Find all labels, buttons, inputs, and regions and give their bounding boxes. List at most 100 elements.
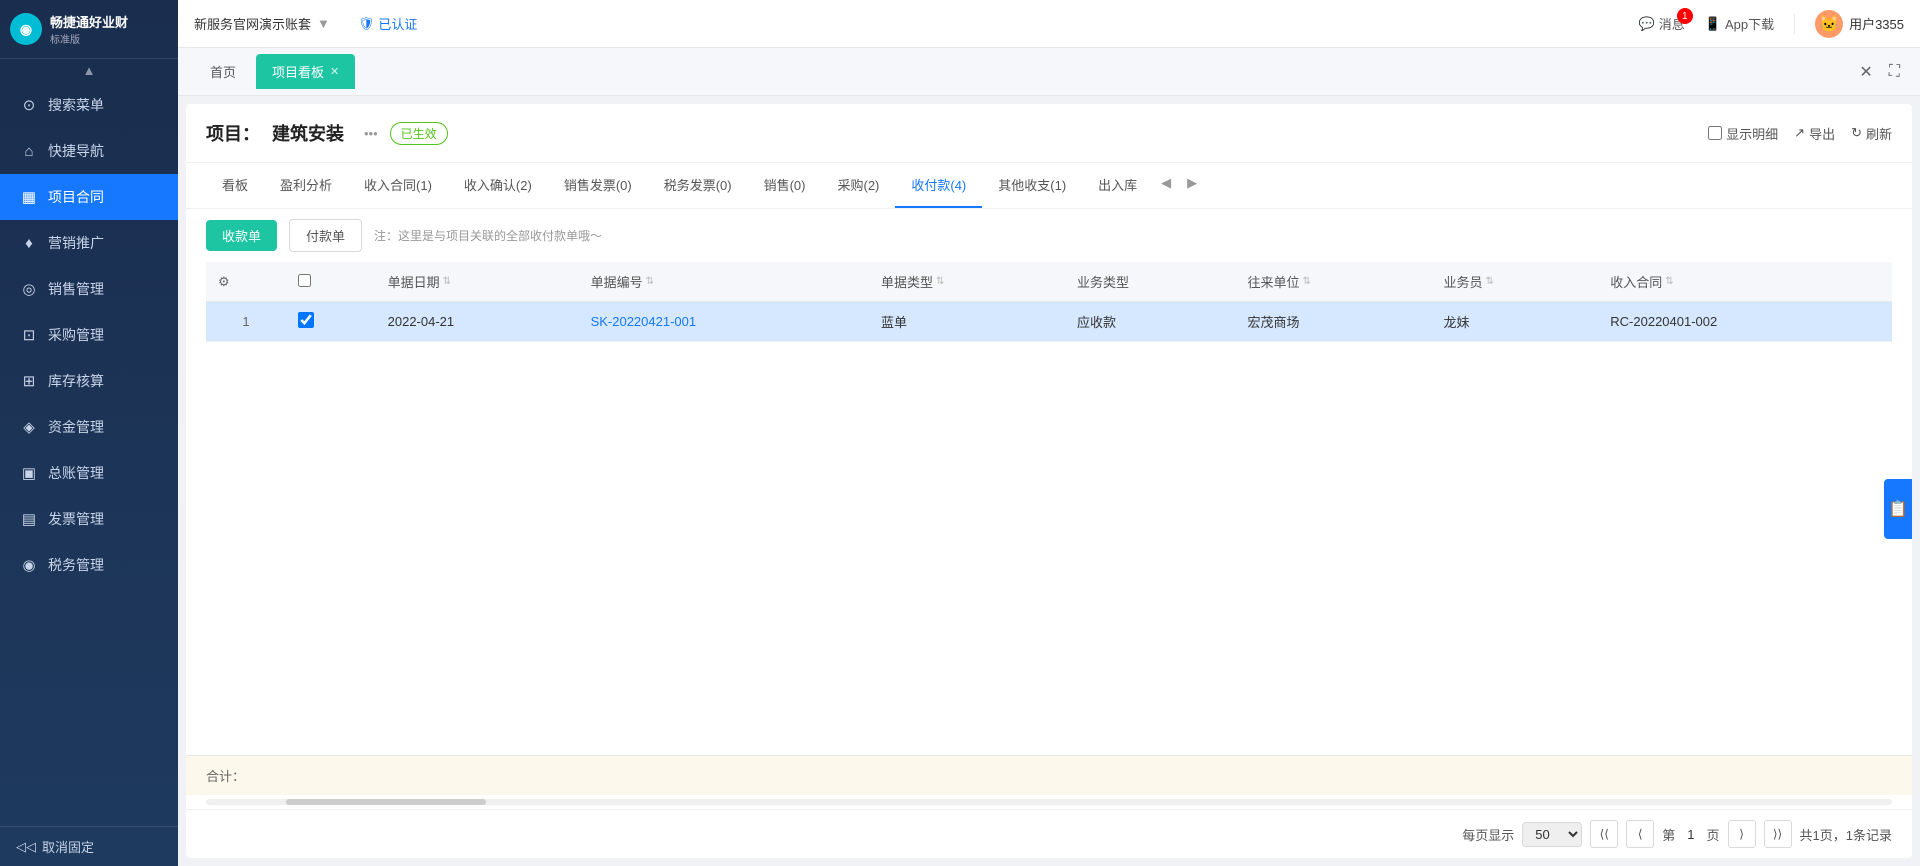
export-label: 导出 xyxy=(1809,124,1835,143)
subtab-prev-arrow[interactable]: ◀ xyxy=(1153,163,1179,208)
sidebar-label-finance: 资金管理 xyxy=(48,417,104,437)
topbar-project-name: 新服务官网演示账套 xyxy=(194,14,311,33)
tab-kanban-close-icon[interactable]: ✕ xyxy=(330,65,339,78)
logo-title: 畅捷通好业财 xyxy=(50,12,128,31)
last-page-btn[interactable]: ⟩⟩ xyxy=(1764,820,1792,848)
select-all-checkbox[interactable] xyxy=(298,274,311,287)
sidebar-item-invoice[interactable]: ▤ 发票管理 xyxy=(0,496,178,542)
refresh-btn[interactable]: ↻ 刷新 xyxy=(1851,124,1892,143)
show-detail-checkbox[interactable] xyxy=(1708,126,1722,140)
collection-btn[interactable]: 收款单 xyxy=(206,220,277,251)
topbar-divider xyxy=(1794,14,1795,34)
subtab-kanban[interactable]: 看板 xyxy=(206,163,264,208)
sidebar-label-purchase: 采购管理 xyxy=(48,325,104,345)
sidebar-item-ledger[interactable]: ▣ 总账管理 xyxy=(0,450,178,496)
sidebar-item-quick[interactable]: ⌂ 快捷导航 xyxy=(0,128,178,174)
sidebar-item-search[interactable]: ⊙ 搜索菜单 xyxy=(0,82,178,128)
subtab-sales-invoice[interactable]: 销售发票(0) xyxy=(548,163,648,208)
page-suffix: 页 xyxy=(1707,825,1720,844)
sidebar-item-purchase[interactable]: ⊡ 采购管理 xyxy=(0,312,178,358)
row-biz-type: 应收款 xyxy=(1065,302,1235,342)
th-date[interactable]: 单据日期⇅ xyxy=(376,262,579,302)
sidebar-label-tax: 税务管理 xyxy=(48,555,104,575)
th-salesperson[interactable]: 业务员⇅ xyxy=(1431,262,1598,302)
row-number-link[interactable]: SK-20220421-001 xyxy=(591,314,697,329)
subtab-income-confirm[interactable]: 收入确认(2) xyxy=(448,163,548,208)
sidebar-label-contract: 项目合同 xyxy=(48,187,104,207)
row-checkbox[interactable] xyxy=(298,312,314,328)
subtab-purchase[interactable]: 采购(2) xyxy=(821,163,895,208)
th-biz-type: 业务类型 xyxy=(1065,262,1235,302)
sidebar-scroll-up[interactable]: ▲ xyxy=(0,59,178,82)
row-checkbox-cell[interactable] xyxy=(286,302,376,342)
export-btn[interactable]: ↗ 导出 xyxy=(1794,124,1835,143)
th-income-contract[interactable]: 收入合同⇅ xyxy=(1598,262,1892,302)
show-detail-toggle[interactable]: 显示明细 xyxy=(1708,124,1778,143)
subtab-collection[interactable]: 收付款(4) xyxy=(895,163,982,208)
sidebar-label-inventory: 库存核算 xyxy=(48,371,104,391)
tab-kanban[interactable]: 项目看板 ✕ xyxy=(256,54,355,89)
sidebar-unpin[interactable]: ◁◁ 取消固定 xyxy=(0,826,178,866)
window-expand-btn[interactable]: ⛶ xyxy=(1885,58,1904,86)
row-number[interactable]: SK-20220421-001 xyxy=(579,302,869,342)
topbar-message-btn[interactable]: 💬 消息 1 xyxy=(1639,14,1685,33)
th-income-contract-label: 收入合同 xyxy=(1610,272,1662,291)
sort-icon: ⇅ xyxy=(443,276,451,287)
topbar-user[interactable]: 🐱 用户3355 xyxy=(1815,10,1904,38)
subtab-inout[interactable]: 出入库 xyxy=(1082,163,1153,208)
gear-icon: ⚙ xyxy=(218,274,230,289)
tab-home-label: 首页 xyxy=(210,65,236,80)
window-close-btn[interactable]: ✕ xyxy=(1855,58,1876,86)
scrollbar-track[interactable] xyxy=(206,799,1892,805)
sidebar-label-sales: 销售管理 xyxy=(48,279,104,299)
per-page-select[interactable]: 50 100 200 xyxy=(1522,822,1582,847)
subtabs: 看板 盈利分析 收入合同(1) 收入确认(2) 销售发票(0) 税务发票(0) … xyxy=(186,163,1912,209)
subtab-income-contract[interactable]: 收入合同(1) xyxy=(348,163,448,208)
sidebar-item-tax[interactable]: ◉ 税务管理 xyxy=(0,542,178,588)
topbar-app-download[interactable]: 📱 App下载 xyxy=(1705,14,1774,33)
topbar: 新服务官网演示账套 ▼ 🛡 已认证 💬 消息 1 📱 App下载 🐱 用户335… xyxy=(178,0,1920,48)
payment-btn[interactable]: 付款单 xyxy=(289,219,362,252)
unpin-icon: ◁◁ xyxy=(16,839,36,855)
sidebar-icon-finance: ◈ xyxy=(20,418,38,436)
sidebar-item-marketing[interactable]: ♦ 营销推广 xyxy=(0,220,178,266)
th-type[interactable]: 单据类型⇅ xyxy=(869,262,1065,302)
th-number[interactable]: 单据编号⇅ xyxy=(579,262,869,302)
sidebar-item-inventory[interactable]: ⊞ 库存核算 xyxy=(0,358,178,404)
topbar-project[interactable]: 新服务官网演示账套 ▼ xyxy=(194,14,330,33)
th-checkbox[interactable] xyxy=(286,262,376,302)
sidebar-icon-quick: ⌂ xyxy=(20,142,38,160)
first-page-btn[interactable]: ⟨⟨ xyxy=(1590,820,1618,848)
th-salesperson-label: 业务员 xyxy=(1443,272,1482,291)
pagination: 每页显示 50 100 200 ⟨⟨ ⟨ 第 1 页 ⟩ ⟩⟩ 共1页，1条记录 xyxy=(186,809,1912,858)
subtab-next-arrow[interactable]: ▶ xyxy=(1179,163,1205,208)
scrollbar-area xyxy=(186,795,1912,809)
subtab-profit[interactable]: 盈利分析 xyxy=(264,163,348,208)
sidebar-icon-tax: ◉ xyxy=(20,556,38,574)
th-gear[interactable]: ⚙ xyxy=(206,262,286,302)
prev-page-btn[interactable]: ⟨ xyxy=(1626,820,1654,848)
th-number-label: 单据编号 xyxy=(591,272,643,291)
next-page-btn[interactable]: ⟩ xyxy=(1728,820,1756,848)
sidebar-label-invoice: 发票管理 xyxy=(48,509,104,529)
subtab-sales[interactable]: 销售(0) xyxy=(748,163,822,208)
app-label: App下载 xyxy=(1725,14,1774,33)
scrollbar-thumb[interactable] xyxy=(286,799,486,805)
sidebar-item-sales[interactable]: ◎ 销售管理 xyxy=(0,266,178,312)
sidebar-item-finance[interactable]: ◈ 资金管理 xyxy=(0,404,178,450)
unpin-label: 取消固定 xyxy=(42,837,94,856)
subtab-other-expense[interactable]: 其他收支(1) xyxy=(982,163,1082,208)
th-partner[interactable]: 往来单位⇅ xyxy=(1235,262,1431,302)
project-actions: 显示明细 ↗ 导出 ↻ 刷新 xyxy=(1708,124,1892,143)
row-partner: 宏茂商场 xyxy=(1235,302,1431,342)
topbar-verified: 🛡 已认证 xyxy=(358,14,418,33)
table-row[interactable]: 1 2022-04-21 SK-20220421-001 蓝单 应收款 宏茂商场… xyxy=(206,302,1892,342)
project-more-btn[interactable]: ••• xyxy=(364,126,378,141)
tab-home[interactable]: 首页 xyxy=(194,54,252,89)
sidebar-label-quick: 快捷导航 xyxy=(48,141,104,161)
float-action-btn[interactable]: 📋 xyxy=(1884,479,1912,539)
content-area: 项目： 建筑安装 ••• 已生效 显示明细 ↗ 导出 ↻ 刷新 xyxy=(186,104,1912,858)
sidebar-icon-sales: ◎ xyxy=(20,280,38,298)
subtab-tax-invoice[interactable]: 税务发票(0) xyxy=(648,163,748,208)
sidebar-item-contract[interactable]: ▦ 项目合同 xyxy=(0,174,178,220)
